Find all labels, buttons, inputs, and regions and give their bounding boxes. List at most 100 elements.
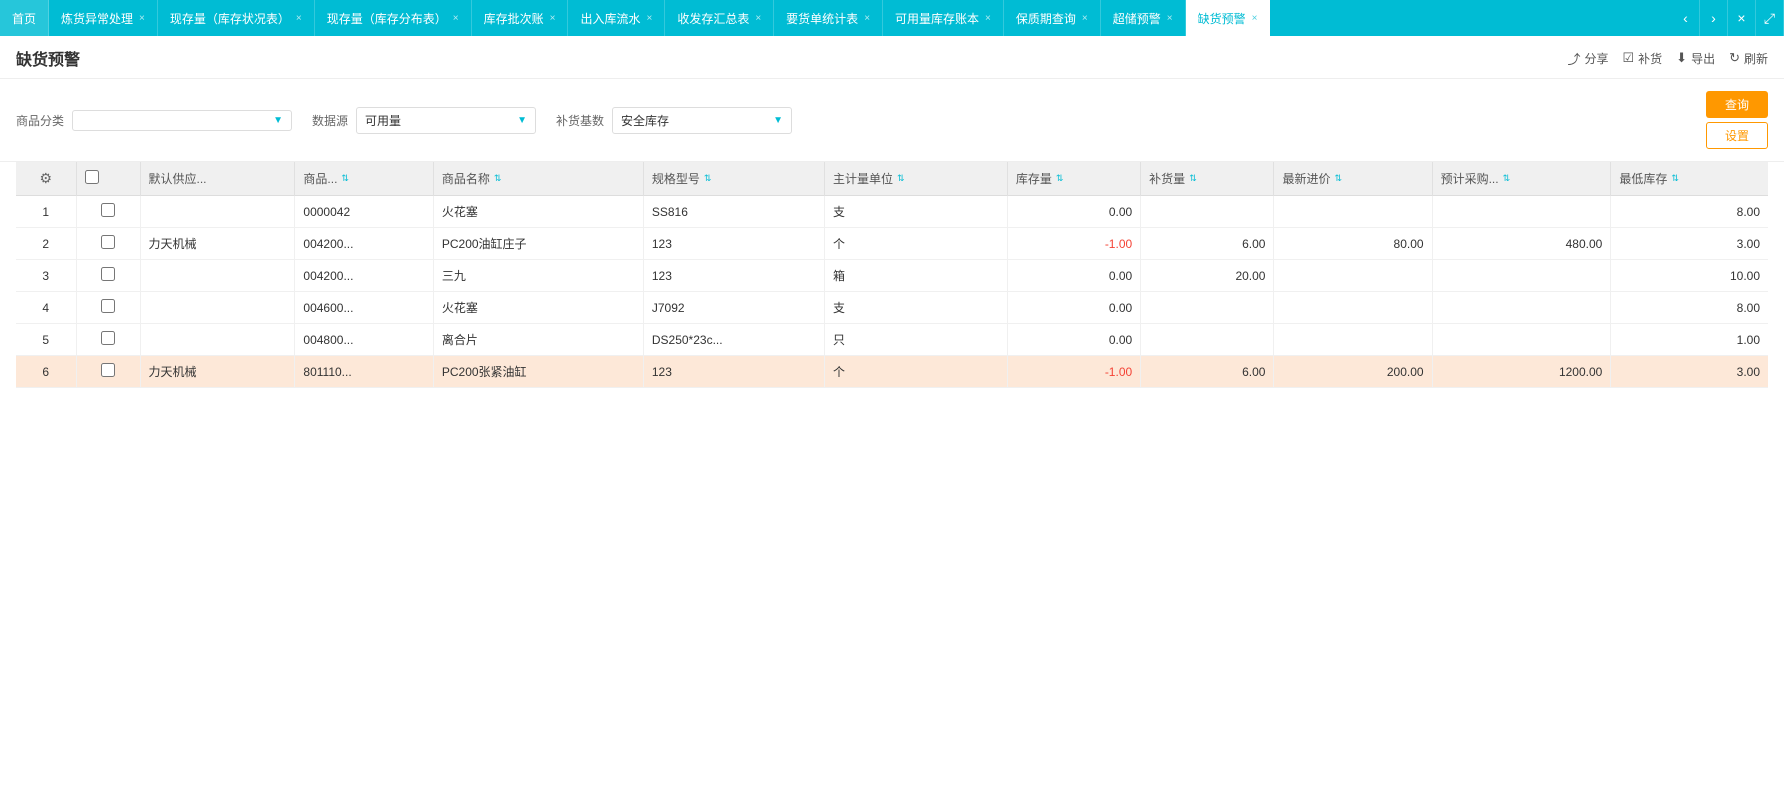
cell-min_stock: 3.00 (1611, 356, 1768, 388)
row-checkbox-cell[interactable] (76, 228, 140, 260)
replenish-icon: ☑ (1622, 50, 1634, 66)
row-checkbox[interactable] (101, 331, 115, 345)
row-checkbox[interactable] (101, 267, 115, 281)
row-checkbox-cell[interactable] (76, 260, 140, 292)
nav-tab-inventory-status[interactable]: 现存量（库存状况表）× (158, 0, 315, 36)
col-header-product_name[interactable]: 商品名称⇅ (433, 162, 643, 196)
cell-est_purchase (1432, 324, 1611, 356)
tab-close-abnormal[interactable]: × (139, 13, 145, 24)
cell-replenish: 20.00 (1141, 260, 1274, 292)
export-action[interactable]: ⬇ 导出 (1676, 50, 1715, 67)
datasource-label: 数据源 (312, 112, 348, 129)
cell-unit: 个 (824, 228, 1007, 260)
datasource-select[interactable]: 可用量 ▼ (356, 107, 536, 134)
nav-tab-shortage[interactable]: 缺货预警× (1186, 0, 1271, 36)
cell-product_name: 火花塞 (433, 196, 643, 228)
row-checkbox-cell[interactable] (76, 324, 140, 356)
row-checkbox[interactable] (101, 363, 115, 377)
tab-close-receive-summary[interactable]: × (755, 13, 761, 24)
nav-tab-abnormal[interactable]: 炼货异常处理× (49, 0, 158, 36)
row-checkbox[interactable] (101, 203, 115, 217)
nav-tab-home[interactable]: 首页 (0, 0, 49, 36)
tab-close-order-stats[interactable]: × (864, 13, 870, 24)
cell-min_stock: 3.00 (1611, 228, 1768, 260)
col-header-latest_price[interactable]: 最新进价⇅ (1274, 162, 1432, 196)
export-label: 导出 (1691, 50, 1715, 67)
refresh-action[interactable]: ↻ 刷新 (1729, 50, 1768, 67)
cell-spec: 123 (643, 260, 824, 292)
settings-gear-icon[interactable]: ⚙ (39, 170, 52, 186)
col-label-product_code: 商品... (303, 170, 337, 187)
nav-tab-batch-account[interactable]: 库存批次账× (472, 0, 569, 36)
row-number: 2 (16, 228, 76, 260)
col-header-min_stock[interactable]: 最低库存⇅ (1611, 162, 1768, 196)
refresh-icon: ↻ (1729, 50, 1740, 66)
cell-default_supplier (140, 324, 295, 356)
col-header-default_supplier[interactable]: 默认供应... (140, 162, 295, 196)
nav-close-button[interactable]: × (1728, 0, 1756, 36)
settings-button[interactable]: 设置 (1706, 122, 1768, 149)
row-checkbox-cell[interactable] (76, 356, 140, 388)
tab-close-inventory-dist[interactable]: × (453, 13, 459, 24)
cell-default_supplier (140, 260, 295, 292)
tab-close-inventory-status[interactable]: × (296, 13, 302, 24)
row-number: 1 (16, 196, 76, 228)
page-title: 缺货预警 (16, 46, 80, 70)
sort-icon-product_name: ⇅ (494, 173, 502, 184)
cell-est_purchase (1432, 260, 1611, 292)
nav-next-button[interactable]: › (1700, 0, 1728, 36)
tab-close-available-ledger[interactable]: × (985, 13, 991, 24)
query-button[interactable]: 查询 (1706, 91, 1768, 118)
replenish-base-label: 补货基数 (556, 112, 604, 129)
datasource-value: 可用量 (365, 112, 401, 129)
row-checkbox-cell[interactable] (76, 292, 140, 324)
tab-close-expiry-query[interactable]: × (1082, 13, 1088, 24)
nav-tab-receive-summary[interactable]: 收发存汇总表× (665, 0, 774, 36)
tab-close-shortage[interactable]: × (1252, 13, 1258, 24)
tab-close-inout-flow[interactable]: × (646, 13, 652, 24)
col-header-unit[interactable]: 主计量单位⇅ (824, 162, 1007, 196)
tab-close-batch-account[interactable]: × (550, 13, 556, 24)
nav-tab-available-ledger[interactable]: 可用量库存账本× (883, 0, 1004, 36)
cell-replenish: 6.00 (1141, 228, 1274, 260)
row-checkbox-cell[interactable] (76, 196, 140, 228)
col-header-spec[interactable]: 规格型号⇅ (643, 162, 824, 196)
cell-spec: 123 (643, 228, 824, 260)
cell-min_stock: 8.00 (1611, 292, 1768, 324)
row-checkbox[interactable] (101, 299, 115, 313)
col-header-est_purchase[interactable]: 预计采购...⇅ (1432, 162, 1611, 196)
col-header-checkbox (76, 162, 140, 196)
export-icon: ⬇ (1676, 50, 1687, 66)
col-header-stock[interactable]: 库存量⇅ (1007, 162, 1140, 196)
replenish-base-value: 安全库存 (621, 112, 669, 129)
col-label-default_supplier: 默认供应... (149, 170, 207, 187)
replenish-base-select[interactable]: 安全库存 ▼ (612, 107, 792, 134)
select-all-checkbox[interactable] (85, 170, 99, 184)
nav-tab-overstock[interactable]: 超储预警× (1101, 0, 1186, 36)
nav-tab-expiry-query[interactable]: 保质期查询× (1004, 0, 1101, 36)
sort-icon-latest_price: ⇅ (1335, 173, 1343, 184)
cell-product_name: 火花塞 (433, 292, 643, 324)
cell-replenish (1141, 324, 1274, 356)
sort-icon-spec: ⇅ (704, 173, 712, 184)
col-header-replenish[interactable]: 补货量⇅ (1141, 162, 1274, 196)
cell-stock: -1.00 (1007, 228, 1140, 260)
tab-close-overstock[interactable]: × (1167, 13, 1173, 24)
nav-tab-order-stats[interactable]: 要货单统计表× (774, 0, 883, 36)
nav-prev-button[interactable]: ‹ (1672, 0, 1700, 36)
row-checkbox[interactable] (101, 235, 115, 249)
filter-actions: 查询 设置 (1706, 91, 1768, 149)
replenish-action[interactable]: ☑ 补货 (1622, 50, 1662, 67)
cell-default_supplier: 力天机械 (140, 228, 295, 260)
category-select[interactable]: ▼ (72, 110, 292, 131)
nav-tab-inout-flow[interactable]: 出入库流水× (568, 0, 665, 36)
cell-default_supplier: 力天机械 (140, 356, 295, 388)
nav-maximize-button[interactable]: ⤢ (1756, 0, 1784, 36)
sort-icon-replenish: ⇅ (1189, 173, 1197, 184)
share-action[interactable]: ⤴ 分享 (1567, 49, 1608, 68)
col-header-product_code[interactable]: 商品...⇅ (295, 162, 433, 196)
col-label-est_purchase: 预计采购... (1441, 170, 1499, 187)
nav-tab-inventory-dist[interactable]: 现存量（库存分布表）× (315, 0, 472, 36)
cell-min_stock: 8.00 (1611, 196, 1768, 228)
datasource-filter-group: 数据源 可用量 ▼ (312, 107, 536, 134)
